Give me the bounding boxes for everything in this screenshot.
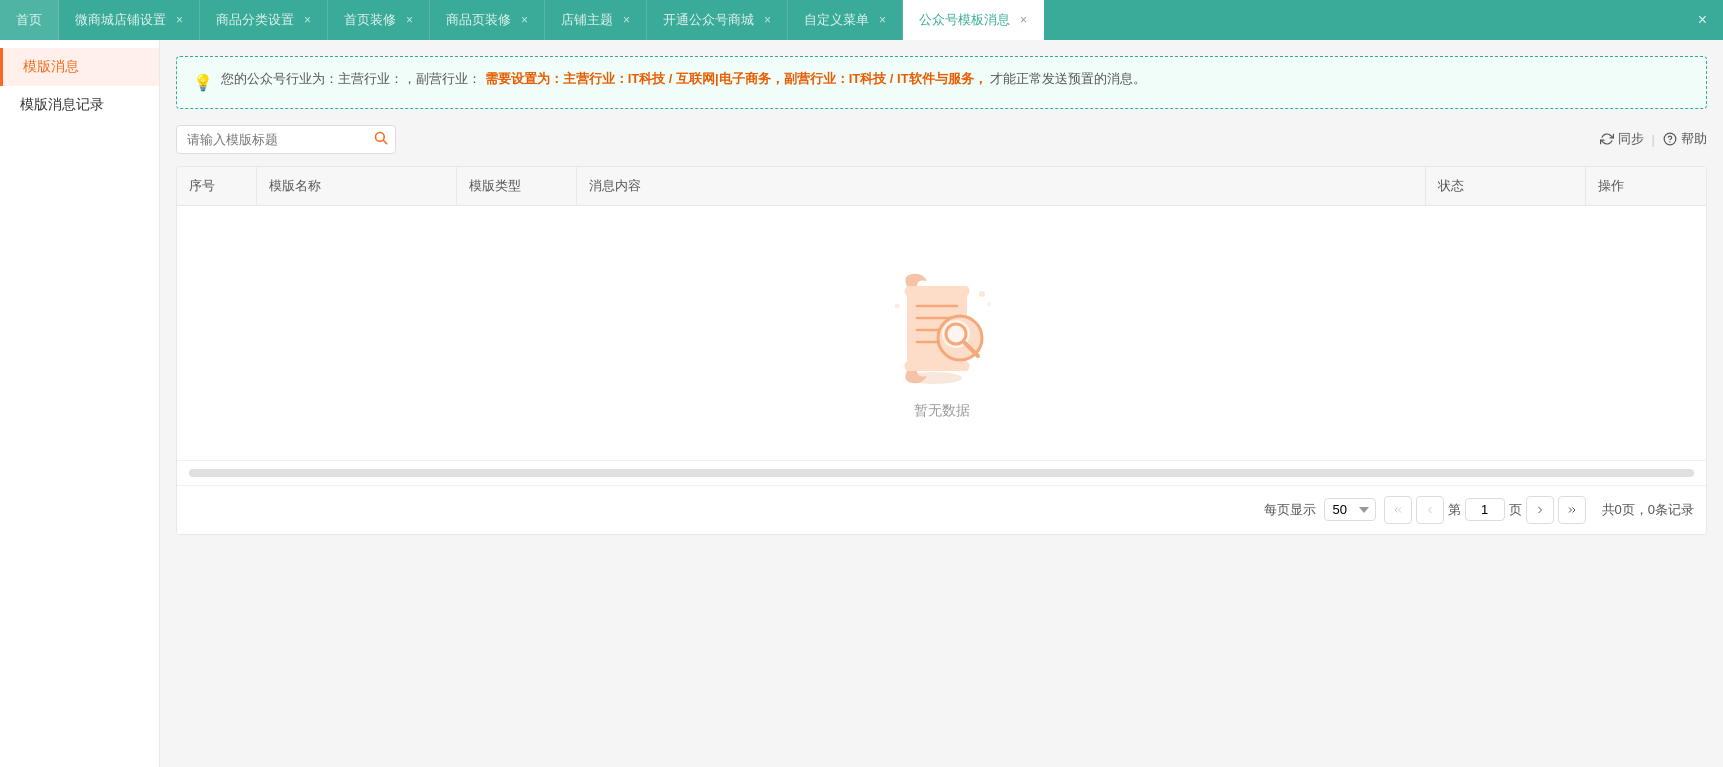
th-type: 模版类型 — [457, 167, 577, 205]
svg-point-13 — [979, 291, 985, 297]
notice-box: 💡 您的公众号行业为：主营行业：，副营行业： 需要设置为：主营行业：IT科技 /… — [176, 56, 1707, 109]
help-button[interactable]: 帮助 — [1663, 130, 1707, 148]
tab-homepage-decoration-close[interactable]: × — [406, 13, 413, 27]
tab-product-decoration-label: 商品页装修 — [446, 11, 511, 29]
sidebar: 模版消息 模版消息记录 — [0, 40, 160, 767]
th-content: 消息内容 — [577, 167, 1426, 205]
tab-homepage-decoration-label: 首页装修 — [344, 11, 396, 29]
svg-line-1 — [383, 140, 386, 143]
tab-weshop-settings-close[interactable]: × — [176, 13, 183, 27]
page-nav: 第 页 — [1384, 496, 1586, 524]
tab-open-mall[interactable]: 开通公众号商城 × — [647, 0, 788, 40]
th-index: 序号 — [177, 167, 257, 205]
tab-custom-menu[interactable]: 自定义菜单 × — [788, 0, 903, 40]
notice-highlight: 需要设置为：主营行业：IT科技 / 互联网|电子商务，副营行业：IT科技 / I… — [485, 71, 987, 86]
sidebar-item-template-message-label: 模版消息 — [23, 58, 79, 74]
last-page-button[interactable] — [1558, 496, 1586, 524]
sync-icon — [1600, 132, 1614, 146]
empty-state: 暂无数据 — [177, 206, 1706, 460]
tab-shop-theme-label: 店铺主题 — [561, 11, 613, 29]
prev-page-icon — [1424, 504, 1436, 516]
help-icon — [1663, 132, 1677, 146]
th-status: 状态 — [1426, 167, 1586, 205]
tab-open-mall-label: 开通公众号商城 — [663, 11, 754, 29]
tab-template-message[interactable]: 公众号模板消息 × — [903, 0, 1044, 40]
sidebar-item-template-message-record[interactable]: 模版消息记录 — [0, 86, 159, 124]
notice-icon: 💡 — [193, 70, 213, 96]
th-name: 模版名称 — [257, 167, 457, 205]
tab-category-settings-label: 商品分类设置 — [216, 11, 294, 29]
svg-point-14 — [987, 302, 991, 306]
layout: 模版消息 模版消息记录 💡 您的公众号行业为：主营行业：，副营行业： 需要设置为… — [0, 40, 1723, 767]
tab-home-label: 首页 — [16, 11, 42, 29]
tab-custom-menu-close[interactable]: × — [879, 13, 886, 27]
help-label: 帮助 — [1681, 130, 1707, 148]
total-label: 共0页，0条记录 — [1602, 501, 1694, 519]
tab-homepage-decoration[interactable]: 首页装修 × — [328, 0, 430, 40]
last-page-icon — [1566, 504, 1578, 516]
tab-custom-menu-label: 自定义菜单 — [804, 11, 869, 29]
search-input[interactable] — [176, 125, 396, 154]
notice-text: 您的公众号行业为：主营行业：，副营行业： 需要设置为：主营行业：IT科技 / 互… — [221, 69, 1146, 90]
tab-category-settings-close[interactable]: × — [304, 13, 311, 27]
scrollbar-area[interactable] — [177, 460, 1706, 485]
main-content: 💡 您的公众号行业为：主营行业：，副营行业： 需要设置为：主营行业：IT科技 /… — [160, 40, 1723, 767]
page-input[interactable] — [1465, 498, 1505, 521]
toolbar-right: 同步 | 帮助 — [1600, 130, 1707, 148]
data-table: 序号 模版名称 模版类型 消息内容 状态 操作 — [176, 166, 1707, 535]
page-label-after: 页 — [1509, 501, 1522, 519]
next-page-button[interactable] — [1526, 496, 1554, 524]
pagination: 每页显示 50 10 20 100 — [177, 485, 1706, 534]
page-label-before: 第 — [1448, 501, 1461, 519]
tab-product-decoration-close[interactable]: × — [521, 13, 528, 27]
tab-open-mall-close[interactable]: × — [764, 13, 771, 27]
sidebar-item-template-message-record-label: 模版消息记录 — [20, 96, 104, 112]
toolbar-divider: | — [1652, 132, 1655, 147]
tab-product-decoration[interactable]: 商品页装修 × — [430, 0, 545, 40]
per-page-select[interactable]: 50 10 20 100 — [1324, 498, 1376, 521]
table-header: 序号 模版名称 模版类型 消息内容 状态 操作 — [177, 167, 1706, 206]
search-left — [176, 125, 396, 154]
sync-button[interactable]: 同步 — [1600, 130, 1644, 148]
first-page-button[interactable] — [1384, 496, 1412, 524]
tab-template-message-close[interactable]: × — [1020, 13, 1027, 27]
horizontal-scrollbar[interactable] — [189, 469, 1694, 477]
first-page-icon — [1392, 504, 1404, 516]
prev-page-button[interactable] — [1416, 496, 1444, 524]
search-button[interactable] — [373, 130, 388, 148]
tab-home[interactable]: 首页 — [0, 0, 59, 40]
tab-bar: 首页 微商城店铺设置 × 商品分类设置 × 首页装修 × 商品页装修 × 店铺主… — [0, 0, 1723, 40]
per-page-label: 每页显示 — [1264, 501, 1316, 519]
tab-bar-close-all[interactable]: × — [1682, 11, 1723, 29]
svg-point-15 — [894, 303, 899, 308]
tab-weshop-settings-label: 微商城店铺设置 — [75, 11, 166, 29]
tab-shop-theme[interactable]: 店铺主题 × — [545, 0, 647, 40]
tab-template-message-label: 公众号模板消息 — [919, 11, 1010, 29]
search-input-wrap — [176, 125, 396, 154]
empty-text: 暂无数据 — [914, 402, 970, 420]
empty-illustration — [882, 266, 1002, 386]
sidebar-item-template-message[interactable]: 模版消息 — [0, 48, 159, 86]
sync-label: 同步 — [1618, 130, 1644, 148]
tab-shop-theme-close[interactable]: × — [623, 13, 630, 27]
next-page-icon — [1534, 504, 1546, 516]
th-action: 操作 — [1586, 167, 1706, 205]
tab-category-settings[interactable]: 商品分类设置 × — [200, 0, 328, 40]
tab-weshop-settings[interactable]: 微商城店铺设置 × — [59, 0, 200, 40]
search-bar: 同步 | 帮助 — [176, 125, 1707, 154]
